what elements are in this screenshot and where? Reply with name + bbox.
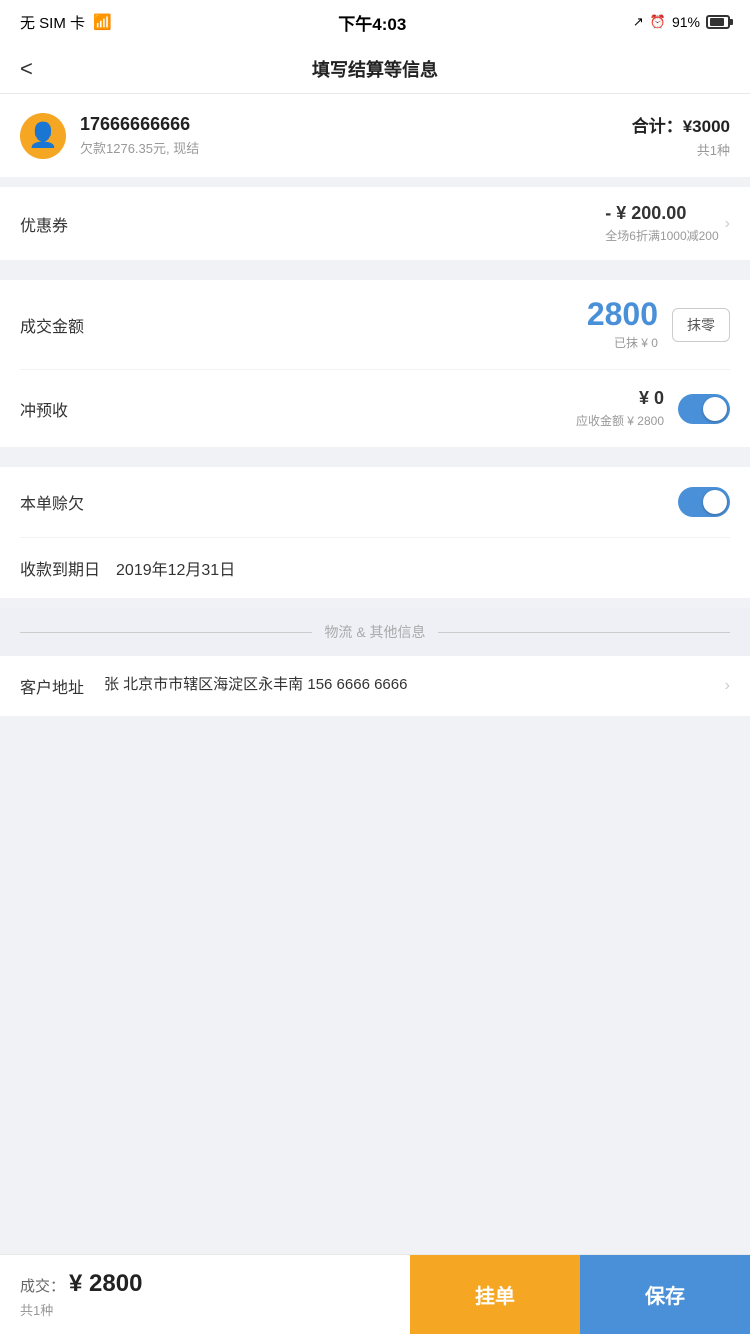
customer-card: 👤 17666666666 欠款1276.35元, 现结 合计：¥3000 共1…: [0, 94, 750, 177]
bottom-deal-wrap: 成交： ¥ 2800: [20, 1270, 390, 1298]
amount-row: 成交金额 2800 已抹 ¥ 0 抹零: [20, 280, 730, 370]
status-right: ↗ ⏰ 91%: [633, 14, 730, 30]
empty-space: [0, 716, 750, 896]
customer-debt: 欠款1276.35元, 现结: [80, 138, 199, 157]
status-left: 无 SIM 卡 📶: [20, 12, 112, 33]
location-icon: ↗: [633, 14, 644, 30]
total-amount: 合计：¥3000: [632, 112, 730, 137]
round-button[interactable]: 抹零: [672, 308, 730, 342]
customer-info: 17666666666 欠款1276.35元, 现结: [80, 114, 199, 157]
main-content: 👤 17666666666 欠款1276.35元, 现结 合计：¥3000 共1…: [0, 94, 750, 896]
hold-button[interactable]: 挂单: [410, 1255, 580, 1334]
battery-percent: 91%: [672, 14, 700, 30]
bottom-info: 成交： ¥ 2800 共1种: [0, 1270, 410, 1319]
bottom-count: 共1种: [20, 1300, 390, 1319]
logistics-label: 物流 & 其他信息: [324, 622, 425, 642]
coupon-row[interactable]: 优惠券 - ¥ 200.00 全场6折满1000减200 ›: [0, 187, 750, 260]
amount-value-wrap: 2800 已抹 ¥ 0: [587, 298, 658, 351]
amount-value: 2800: [587, 298, 658, 330]
customer-phone: 17666666666: [80, 114, 199, 135]
avatar-icon: 👤: [28, 121, 58, 150]
address-label: 客户地址: [20, 674, 84, 698]
logistics-divider: 物流 & 其他信息: [0, 608, 750, 656]
back-button[interactable]: <: [20, 52, 41, 86]
due-date-value: 2019年12月31日: [116, 556, 235, 580]
address-section: 客户地址 张 北京市市辖区海淀区永丰南 156 6666 6666 ›: [0, 656, 750, 716]
debt-row: 本单赊欠: [20, 467, 730, 538]
address-arrow-icon: ›: [725, 677, 730, 695]
coupon-label: 优惠券: [20, 212, 68, 236]
debt-label: 本单赊欠: [20, 490, 84, 514]
status-time: 下午4:03: [338, 10, 406, 35]
coupon-right: - ¥ 200.00 全场6折满1000减200 ›: [605, 203, 730, 244]
status-bar: 无 SIM 卡 📶 下午4:03 ↗ ⏰ 91%: [0, 0, 750, 44]
debt-section: 本单赊欠 收款到期日 2019年12月31日: [0, 467, 750, 598]
amount-sub: 已抹 ¥ 0: [587, 334, 658, 351]
carrier-text: 无 SIM 卡: [20, 12, 85, 33]
wifi-icon: 📶: [93, 13, 112, 31]
hold-button-label: 挂单: [475, 1280, 515, 1309]
debt-toggle-knob: [703, 490, 727, 514]
coupon-desc: 全场6折满1000减200: [605, 227, 718, 244]
section-divider-3: [0, 598, 750, 608]
coupon-arrow-icon: ›: [725, 215, 730, 233]
amount-label: 成交金额: [20, 313, 84, 337]
due-date-label: 收款到期日: [20, 556, 100, 580]
prepay-label: 冲预收: [20, 397, 68, 421]
bottom-bar: 成交： ¥ 2800 共1种 挂单 保存: [0, 1254, 750, 1334]
amount-section: 成交金额 2800 已抹 ¥ 0 抹零 冲预收 ¥ 0 应收金额 ¥ 2800: [0, 280, 750, 447]
nav-title: 填写结算等信息: [312, 56, 438, 82]
prepay-value-wrap: ¥ 0 应收金额 ¥ 2800: [576, 388, 664, 429]
prepay-row: 冲预收 ¥ 0 应收金额 ¥ 2800: [20, 370, 730, 447]
divider-line-right: [438, 632, 730, 633]
address-value: 张 北京市市辖区海淀区永丰南 156 6666 6666: [104, 674, 719, 697]
alarm-icon: ⏰: [650, 14, 666, 30]
bottom-deal-amount: ¥ 2800: [69, 1270, 142, 1298]
prepay-value: ¥ 0: [639, 388, 664, 409]
customer-right: 合计：¥3000 共1种: [632, 112, 730, 159]
nav-bar: < 填写结算等信息: [0, 44, 750, 94]
prepay-row-right: ¥ 0 应收金额 ¥ 2800: [576, 388, 730, 429]
prepay-toggle[interactable]: [678, 394, 730, 424]
amount-row-right: 2800 已抹 ¥ 0 抹零: [587, 298, 730, 351]
address-row[interactable]: 客户地址 张 北京市市辖区海淀区永丰南 156 6666 6666 ›: [20, 656, 730, 716]
save-button[interactable]: 保存: [580, 1255, 750, 1334]
divider-line-left: [20, 632, 312, 633]
prepay-sub: 应收金额 ¥ 2800: [576, 412, 664, 429]
total-count: 共1种: [632, 140, 730, 159]
section-divider-2: [0, 447, 750, 457]
bottom-deal-label: 成交：: [20, 1275, 65, 1296]
toggle-knob: [703, 397, 727, 421]
battery-icon: [706, 15, 730, 29]
customer-left: 👤 17666666666 欠款1276.35元, 现结: [20, 113, 199, 159]
section-divider-1: [0, 270, 750, 280]
coupon-discount: - ¥ 200.00: [605, 203, 718, 224]
save-button-label: 保存: [645, 1280, 685, 1309]
date-row: 收款到期日 2019年12月31日: [20, 538, 730, 598]
coupon-value-wrap: - ¥ 200.00 全场6折满1000减200: [605, 203, 718, 244]
debt-toggle[interactable]: [678, 487, 730, 517]
avatar: 👤: [20, 113, 66, 159]
